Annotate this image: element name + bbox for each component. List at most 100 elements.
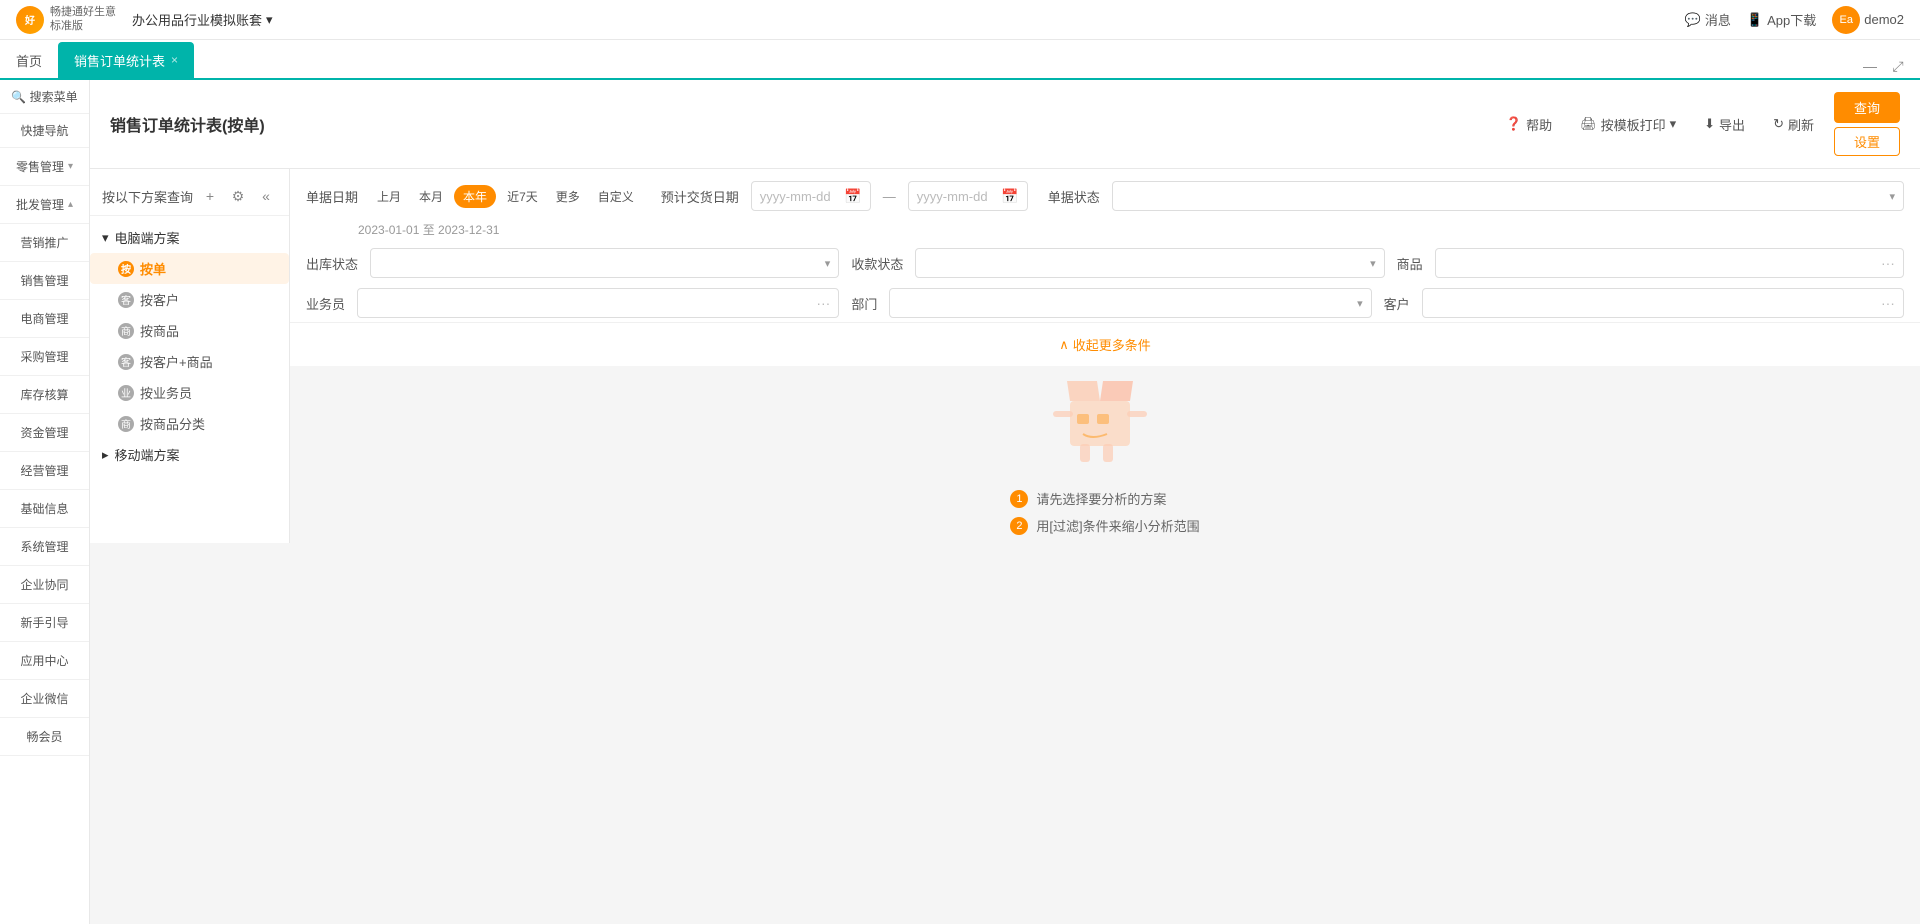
shortcut-this-year[interactable]: 本年	[454, 185, 496, 208]
sidebar-item-operations[interactable]: 经营管理	[0, 452, 89, 490]
expected-date-label: 预计交货日期	[661, 187, 739, 206]
top-bar-left: 好 畅捷通好生意 标准版 办公用品行业模拟账套 ▾	[16, 6, 281, 34]
sidebar-item-enterprise[interactable]: 企业协同	[0, 566, 89, 604]
expected-date-end-input[interactable]: yyyy-mm-dd 📅	[908, 181, 1028, 211]
goods-label: 商品	[1397, 254, 1423, 273]
scheme-item-by-goods[interactable]: 商 按商品	[90, 315, 289, 346]
goods-input[interactable]: ···	[1435, 248, 1904, 278]
ship-status-chevron: ▾	[825, 257, 831, 270]
settings-scheme-icon[interactable]: ⚙	[227, 185, 249, 207]
tab-sales-order-stats[interactable]: 销售订单统计表 ×	[58, 42, 194, 78]
settings-button[interactable]: 设置	[1834, 127, 1900, 156]
sidebar-item-inventory[interactable]: 库存核算	[0, 376, 89, 414]
customer-label: 客户	[1384, 294, 1410, 313]
sidebar-item-guide[interactable]: 新手引导	[0, 604, 89, 642]
message-button[interactable]: 💬 消息	[1685, 10, 1731, 29]
shortcut-this-month[interactable]: 本月	[412, 185, 450, 208]
date-shortcuts: 上月 本月 本年 近7天 更多 自定义	[370, 185, 641, 208]
sidebar-item-member[interactable]: 畅会员	[0, 718, 89, 756]
sidebar-item-wechat[interactable]: 企业微信	[0, 680, 89, 718]
scheme-item-by-customer[interactable]: 客 按客户	[90, 284, 289, 315]
scheme-icon-category: 商	[118, 416, 134, 432]
filter-row-2: 出库状态 ▾ 收款状态 ▾ 商品 ···	[290, 248, 1920, 278]
content-area: 销售订单统计表(按单) ❓ 帮助 🖨 按模板打印 ▾ ⬇ 导出 ↻ 刷新	[90, 80, 1920, 924]
tab-maximize-icon[interactable]: ⤢	[1888, 56, 1908, 76]
sidebar-item-wholesale[interactable]: 批发管理 ▴	[0, 186, 89, 224]
user-menu[interactable]: Ea demo2	[1832, 6, 1904, 34]
empty-state: 1 请先选择要分析的方案 2 用[过滤]条件来缩小分析范围	[1010, 366, 1199, 543]
salesman-more-icon: ···	[816, 295, 830, 311]
add-scheme-icon[interactable]: +	[199, 185, 221, 207]
expected-date-start-input[interactable]: yyyy-mm-dd 📅	[751, 181, 871, 211]
sidebar-search: 🔍 搜索菜单	[0, 80, 89, 114]
help-button[interactable]: ❓ 帮助	[1498, 111, 1560, 138]
expected-date-start-text: yyyy-mm-dd	[760, 189, 841, 204]
scheme-icon-goods: 商	[118, 323, 134, 339]
shortcut-7days[interactable]: 近7天	[500, 185, 545, 208]
shortcut-more[interactable]: 更多	[549, 185, 587, 208]
mobile-expand-icon: ▸	[102, 447, 109, 463]
main-layout: 🔍 搜索菜单 快捷导航 零售管理 ▾ 批发管理 ▴ 营销推广 销售管理 电商管理…	[0, 80, 1920, 924]
wholesale-arrow-icon: ▴	[68, 199, 73, 210]
export-icon: ⬇	[1704, 116, 1715, 132]
sidebar-item-appstore[interactable]: 应用中心	[0, 642, 89, 680]
sidebar-item-system[interactable]: 系统管理	[0, 528, 89, 566]
scheme-item-by-salesman[interactable]: 业 按业务员	[90, 377, 289, 408]
left-panel: 按以下方案查询 + ⚙ « ▾ 电脑端方案 按 按单 客	[90, 169, 290, 543]
sidebar-item-retail[interactable]: 零售管理 ▾	[0, 148, 89, 186]
empty-step-1: 1 请先选择要分析的方案	[1010, 489, 1199, 508]
top-bar-right: 💬 消息 📱 App下载 Ea demo2	[1685, 6, 1904, 34]
sidebar-search-button[interactable]: 🔍 搜索菜单	[8, 88, 81, 105]
chevron-down-icon: ▾	[266, 12, 273, 28]
salesman-input[interactable]: ···	[357, 288, 839, 318]
sidebar-item-finance[interactable]: 资金管理	[0, 414, 89, 452]
export-button[interactable]: ⬇ 导出	[1696, 111, 1753, 138]
scheme-item-by-goods-category[interactable]: 商 按商品分类	[90, 408, 289, 439]
page-header: 销售订单统计表(按单) ❓ 帮助 🖨 按模板打印 ▾ ⬇ 导出 ↻ 刷新	[90, 80, 1920, 169]
sidebar-item-ecommerce[interactable]: 电商管理	[0, 300, 89, 338]
scheme-item-by-customer-goods[interactable]: 客 按客户+商品	[90, 346, 289, 377]
tab-minimize-icon[interactable]: —	[1860, 56, 1880, 76]
ship-status-dropdown[interactable]: ▾	[370, 248, 839, 278]
filter-area: 单据日期 上月 本月 本年 近7天 更多 自定义 预计交货日期	[290, 169, 1920, 366]
tab-home[interactable]: 首页	[0, 42, 58, 78]
scheme-icon-customer: 客	[118, 292, 134, 308]
shortcut-custom[interactable]: 自定义	[591, 185, 641, 208]
empty-svg	[1045, 366, 1165, 466]
app-selector[interactable]: 办公用品行业模拟账套 ▾	[124, 6, 281, 33]
logo-icon: 好	[16, 6, 44, 34]
retail-arrow-icon: ▾	[68, 161, 73, 172]
customer-input[interactable]: ···	[1422, 288, 1904, 318]
pay-status-chevron: ▾	[1370, 257, 1376, 270]
date-separator: —	[883, 189, 896, 204]
right-panel: 单据日期 上月 本月 本年 近7天 更多 自定义 预计交货日期	[290, 169, 1920, 543]
page-title: 销售订单统计表(按单)	[110, 112, 265, 136]
step-1-num: 1	[1010, 490, 1028, 508]
collapse-panel-icon[interactable]: «	[255, 185, 277, 207]
pay-status-label: 收款状态	[851, 254, 903, 273]
mobile-scheme-parent[interactable]: ▸ 移动端方案	[90, 439, 289, 470]
shortcut-last-month[interactable]: 上月	[370, 185, 408, 208]
date-range-display: 2023-01-01 至 2023-12-31	[358, 223, 499, 237]
calendar-start-icon: 📅	[844, 188, 861, 205]
sidebar-item-purchase[interactable]: 采购管理	[0, 338, 89, 376]
refresh-button[interactable]: ↻ 刷新	[1765, 111, 1822, 138]
download-icon: 📱	[1747, 12, 1763, 28]
sidebar-item-quicknav[interactable]: 快捷导航	[0, 114, 89, 148]
sidebar-item-basic-info[interactable]: 基础信息	[0, 490, 89, 528]
pc-scheme-parent[interactable]: ▾ 电脑端方案	[90, 222, 289, 253]
status-dropdown[interactable]: ▾	[1112, 181, 1904, 211]
calendar-end-icon: 📅	[1001, 188, 1018, 205]
scheme-item-by-order[interactable]: 按 按单	[90, 253, 289, 284]
logo-area: 好 畅捷通好生意 标准版	[16, 6, 116, 34]
collapse-button[interactable]: ∧ 收起更多条件	[1053, 329, 1157, 360]
app-download-button[interactable]: 📱 App下载	[1747, 10, 1816, 29]
dept-dropdown[interactable]: ▾	[889, 288, 1371, 318]
pay-status-dropdown[interactable]: ▾	[915, 248, 1384, 278]
print-button[interactable]: 🖨 按模板打印 ▾	[1572, 111, 1684, 138]
sidebar-item-sales[interactable]: 销售管理	[0, 262, 89, 300]
sidebar-item-marketing[interactable]: 营销推广	[0, 224, 89, 262]
pc-scheme-section: ▾ 电脑端方案 按 按单 客 按客户 商 按商品	[90, 216, 289, 476]
query-button[interactable]: 查询	[1834, 92, 1900, 123]
tab-close-icon[interactable]: ×	[171, 53, 178, 67]
